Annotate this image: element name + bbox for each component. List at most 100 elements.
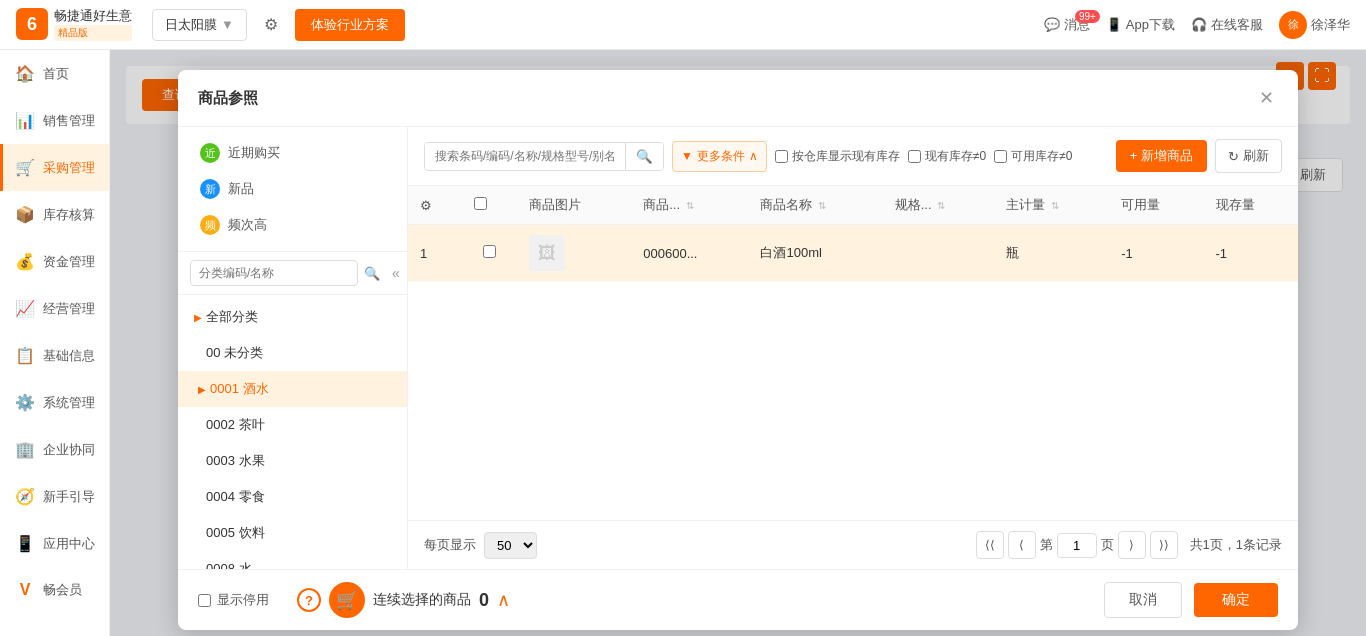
row-available: -1 [1109,225,1203,282]
system-icon: ⚙️ [15,393,35,412]
product-search-button[interactable]: 🔍 [625,143,663,170]
code-sort-icon[interactable]: ⇅ [686,200,694,211]
table-row[interactable]: 1 🖼 000600... 白酒100ml [408,225,1298,282]
category-c0001[interactable]: ▶ 0001 酒水 [178,371,407,407]
category-c0005[interactable]: 0005 饮料 [178,515,407,551]
th-image: 商品图片 [517,186,631,225]
store-selector[interactable]: 日太阳膜 ▼ [152,9,247,41]
sidebar-item-home[interactable]: 🏠 首页 [0,50,109,97]
page-number-input[interactable]: 1 [1057,533,1097,558]
display-disabled-checkbox[interactable] [198,594,211,607]
user-area[interactable]: 徐 徐泽华 [1279,11,1350,39]
nav-right-area: 💬 消息 99+ 📱 App下载 🎧 在线客服 徐 徐泽华 [1044,11,1350,39]
shortcut-new[interactable]: 新 新品 [190,171,395,207]
usable-stock-checkbox[interactable] [994,150,1007,163]
help-icon[interactable]: ? [297,588,321,612]
add-product-button[interactable]: + 新增商品 [1116,140,1207,172]
user-avatar: 徐 [1279,11,1307,39]
sidebar-item-basics[interactable]: 📋 基础信息 [0,332,109,379]
sidebar-item-system[interactable]: ⚙️ 系统管理 [0,379,109,426]
category-list: ▶ 全部分类 00 未分类 ▶ 0001 酒水 0002 茶 [178,295,407,569]
home-icon: 🏠 [15,64,35,83]
sidebar-inventory-label: 库存核算 [43,206,95,224]
product-search-box: 🔍 [424,142,664,171]
app-download-nav-item[interactable]: 📱 App下载 [1106,16,1175,34]
inventory-icon: 📦 [15,205,35,224]
spec-sort-icon[interactable]: ⇅ [937,200,945,211]
confirm-button[interactable]: 确定 [1194,583,1278,617]
product-image-placeholder: 🖼 [529,235,565,271]
unit-sort-icon[interactable]: ⇅ [1051,200,1059,211]
sidebar-item-apps[interactable]: 📱 应用中心 [0,520,109,567]
mobile-icon: 📱 [1106,17,1122,32]
sidebar-basics-label: 基础信息 [43,347,95,365]
th-settings[interactable]: ⚙ [408,186,462,225]
sidebar-item-purchase[interactable]: 🛒 采购管理 [0,144,109,191]
prev-page-button[interactable]: ⟨ [1008,531,1036,559]
modal-close-button[interactable]: ✕ [1254,86,1278,110]
shortcut-recent[interactable]: 近 近期购买 [190,135,395,171]
category-c0008[interactable]: 0008 水 [178,551,407,569]
per-page-select[interactable]: 50 [484,532,537,559]
headset-icon: 🎧 [1191,17,1207,32]
row-checkbox-cell[interactable] [462,225,517,282]
sidebar-item-enterprise[interactable]: 🏢 企业协同 [0,426,109,473]
available-stock-checkbox[interactable] [908,150,921,163]
sidebar-item-finance[interactable]: 💰 资金管理 [0,238,109,285]
collapse-panel-icon[interactable]: « [386,261,406,285]
sidebar-item-member[interactable]: V 畅会员 [0,567,109,613]
sidebar-item-inventory[interactable]: 📦 库存核算 [0,191,109,238]
sales-icon: 📊 [15,111,35,130]
online-service-nav-item[interactable]: 🎧 在线客服 [1191,16,1263,34]
sidebar-system-label: 系统管理 [43,394,95,412]
sidebar-home-label: 首页 [43,65,69,83]
main-layout: 🏠 首页 📊 销售管理 🛒 采购管理 📦 库存核算 💰 资金管理 📈 经营管理 … [0,50,1366,636]
warehouse-display-checkbox-label[interactable]: 按仓库显示现有库存 [775,148,900,165]
usable-stock-checkbox-label[interactable]: 可用库存≠0 [994,148,1072,165]
all-expand-icon: ▶ [194,312,202,323]
category-c0002[interactable]: 0002 茶叶 [178,407,407,443]
trial-button[interactable]: 体验行业方案 [295,9,405,41]
sidebar-item-operations[interactable]: 📈 经营管理 [0,285,109,332]
more-filters-button[interactable]: ▼ 更多条件 ∧ [672,141,767,172]
sidebar-item-guide[interactable]: 🧭 新手引导 [0,473,109,520]
cancel-button[interactable]: 取消 [1104,582,1182,618]
select-all-checkbox[interactable] [474,197,487,210]
product-search-input[interactable] [425,143,625,169]
sidebar-item-sales[interactable]: 📊 销售管理 [0,97,109,144]
product-refresh-button[interactable]: ↻ 刷新 [1215,139,1282,173]
row-code: 000600... [631,225,748,282]
category-c0004[interactable]: 0004 零食 [178,479,407,515]
category-search-icon[interactable]: 🔍 [364,266,380,281]
logo-area[interactable]: 6 畅捷通好生意 精品版 [16,8,132,41]
first-page-button[interactable]: ⟨⟨ [976,531,1004,559]
category-c0003[interactable]: 0003 水果 [178,443,407,479]
cart-count: 0 [479,590,489,611]
warehouse-display-label: 按仓库显示现有库存 [792,148,900,165]
online-service-label: 在线客服 [1211,16,1263,34]
warehouse-display-checkbox[interactable] [775,150,788,163]
name-sort-icon[interactable]: ⇅ [818,200,826,211]
row-checkbox[interactable] [483,245,496,258]
sidebar-finance-label: 资金管理 [43,253,95,271]
collapse-cart-icon[interactable]: ∧ [497,589,510,611]
row-seq: 1 [408,225,462,282]
app-download-label: App下载 [1126,16,1175,34]
th-checkbox[interactable] [462,186,517,225]
cart-button[interactable]: 🛒 [329,582,365,618]
last-page-button[interactable]: ⟩⟩ [1150,531,1178,559]
shortcut-frequent[interactable]: 频 频次高 [190,207,395,243]
footer-buttons: 取消 确定 [1104,582,1278,618]
available-stock-checkbox-label[interactable]: 现有库存≠0 [908,148,986,165]
next-page-button[interactable]: ⟩ [1118,531,1146,559]
sidebar-enterprise-label: 企业协同 [43,441,95,459]
category-search-input[interactable] [190,260,358,286]
category-c00[interactable]: 00 未分类 [178,335,407,371]
filter-icon: ▼ [681,149,693,163]
product-table-container: ⚙ 商品图片 商品... ⇅ 商品名称 [408,186,1298,520]
settings-gear-icon[interactable]: ⚙ [255,9,287,41]
messages-nav-item[interactable]: 💬 消息 99+ [1044,16,1090,34]
table-body: 1 🖼 000600... 白酒100ml [408,225,1298,282]
pagination-bar: 每页显示 50 ⟨⟨ ⟨ 第 1 页 ⟩ ⟩⟩ [408,520,1298,569]
category-all[interactable]: ▶ 全部分类 [178,299,407,335]
